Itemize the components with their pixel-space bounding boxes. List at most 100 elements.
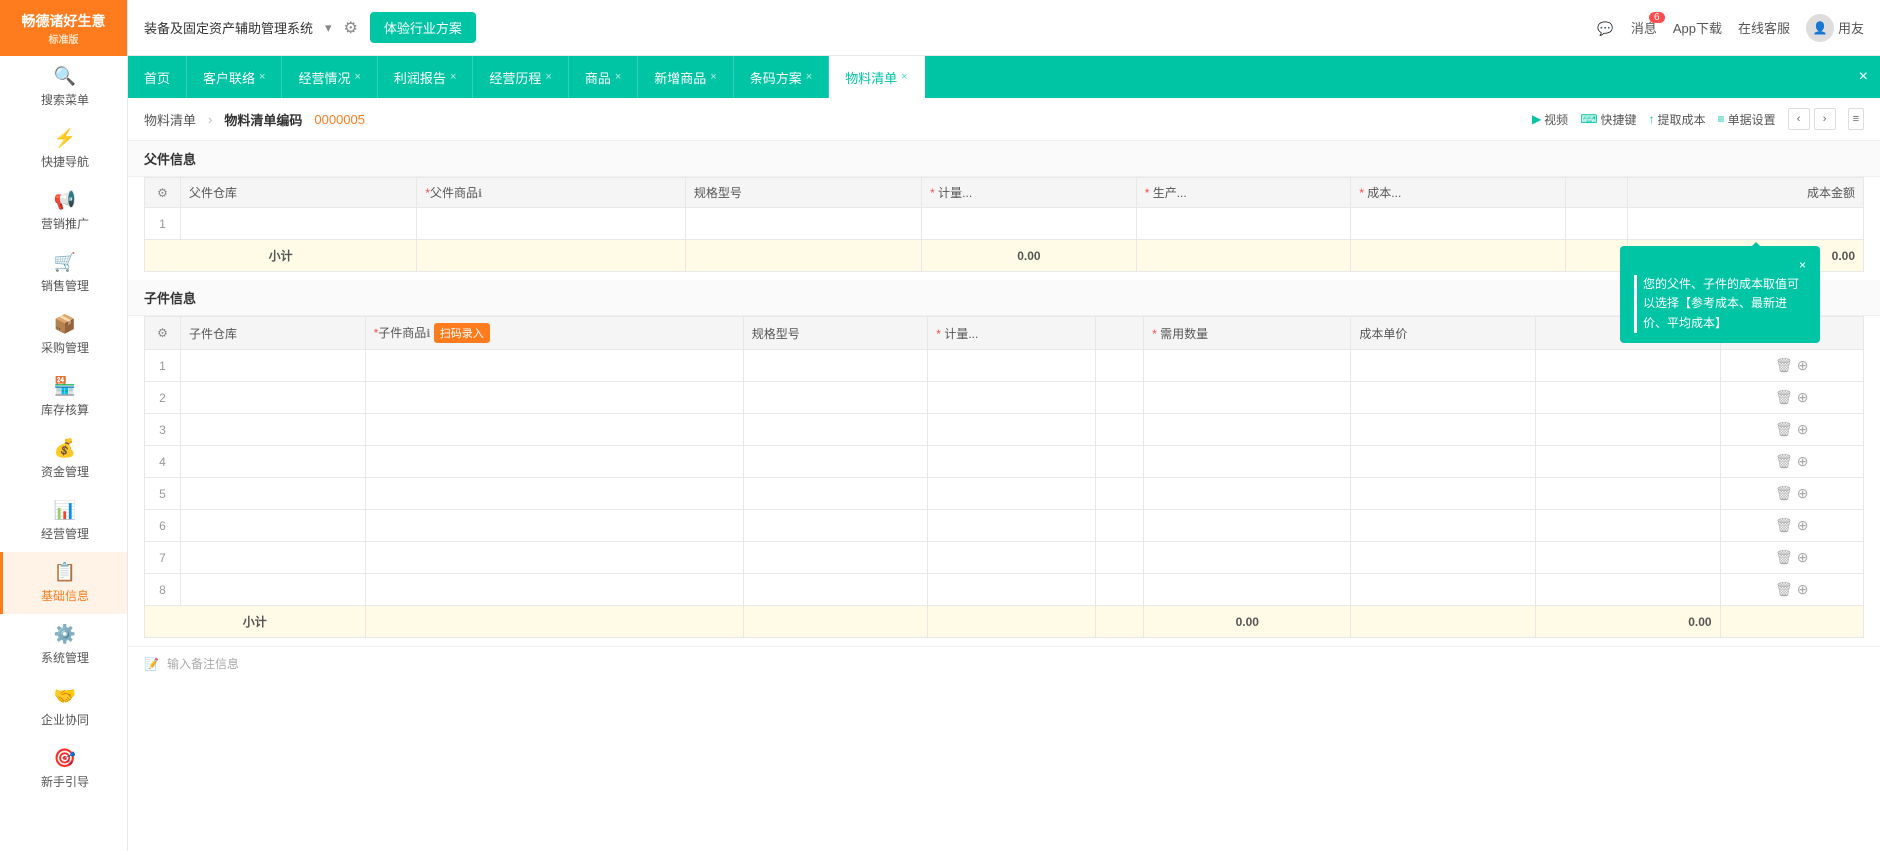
delete-icon-8[interactable]: 🗑 — [1775, 581, 1793, 598]
delete-icon-7[interactable]: 🗑 — [1775, 549, 1793, 566]
delete-icon-5[interactable]: 🗑 — [1775, 485, 1793, 502]
parent-row-1-spec[interactable] — [685, 208, 921, 240]
child-row-2-unit[interactable] — [928, 382, 1096, 414]
child-row-8-extra[interactable] — [1095, 574, 1143, 606]
extract-cost-action[interactable]: ↑ 提取成本 — [1649, 111, 1706, 128]
child-row-7-cost-amount[interactable] — [1535, 542, 1720, 574]
tab-history-close[interactable]: × — [545, 71, 551, 83]
child-row-4-product[interactable] — [365, 446, 743, 478]
delete-icon-1[interactable]: 🗑 — [1775, 357, 1793, 374]
child-row-5-extra[interactable] — [1095, 478, 1143, 510]
delete-icon-6[interactable]: 🗑 — [1775, 517, 1793, 534]
experience-btn[interactable]: 体验行业方案 — [370, 12, 476, 43]
prev-btn[interactable]: ‹ — [1788, 108, 1810, 130]
child-row-3-warehouse[interactable] — [181, 414, 366, 446]
copy-icon-5[interactable]: ⊕ — [1797, 485, 1809, 502]
child-row-5-warehouse[interactable] — [181, 478, 366, 510]
copy-icon-7[interactable]: ⊕ — [1797, 549, 1809, 566]
child-col-settings[interactable]: ⚙ — [145, 317, 181, 350]
child-row-4-cost-amount[interactable] — [1535, 446, 1720, 478]
child-row-2-spec[interactable] — [743, 382, 928, 414]
child-row-3-product[interactable] — [365, 414, 743, 446]
delete-icon-2[interactable]: 🗑 — [1775, 389, 1793, 406]
child-row-1-unit[interactable] — [928, 350, 1096, 382]
child-row-7-warehouse[interactable] — [181, 542, 366, 574]
child-row-8-unit-price[interactable] — [1351, 574, 1536, 606]
tab-barcode[interactable]: 条码方案 × — [734, 56, 829, 98]
app-download-link[interactable]: App下载 — [1673, 18, 1722, 37]
child-row-2-product[interactable] — [365, 382, 743, 414]
child-row-5-cost-amount[interactable] — [1535, 478, 1720, 510]
tab-barcode-close[interactable]: × — [806, 71, 812, 83]
copy-icon-6[interactable]: ⊕ — [1797, 517, 1809, 534]
child-row-6-warehouse[interactable] — [181, 510, 366, 542]
tab-profit-close[interactable]: × — [450, 71, 456, 83]
tab-new-products-close[interactable]: × — [710, 71, 716, 83]
copy-icon-8[interactable]: ⊕ — [1797, 581, 1809, 598]
delete-icon-4[interactable]: 🗑 — [1775, 453, 1793, 470]
sidebar-item-finance[interactable]: 💰 资金管理 — [0, 428, 127, 490]
child-row-4-unit-price[interactable] — [1351, 446, 1536, 478]
list-view-btn[interactable]: ≡ — [1848, 108, 1864, 130]
child-row-7-unit-price[interactable] — [1351, 542, 1536, 574]
child-row-1-extra[interactable] — [1095, 350, 1143, 382]
tab-operations-close[interactable]: × — [354, 71, 360, 83]
tab-products-close[interactable]: × — [615, 71, 621, 83]
child-row-3-quantity[interactable] — [1144, 414, 1351, 446]
child-row-8-unit[interactable] — [928, 574, 1096, 606]
child-row-6-spec[interactable] — [743, 510, 928, 542]
parent-row-1-production[interactable] — [1136, 208, 1351, 240]
tab-customers[interactable]: 客户联络 × — [187, 56, 282, 98]
child-row-3-unit[interactable] — [928, 414, 1096, 446]
child-row-5-product[interactable] — [365, 478, 743, 510]
child-row-5-unit[interactable] — [928, 478, 1096, 510]
tooltip-close[interactable]: × — [1799, 256, 1806, 275]
child-row-4-warehouse[interactable] — [181, 446, 366, 478]
sidebar-item-sales[interactable]: 🛒 销售管理 — [0, 242, 127, 304]
parent-row-1-product[interactable] — [417, 208, 686, 240]
child-row-7-extra[interactable] — [1095, 542, 1143, 574]
child-row-1-cost-amount[interactable] — [1535, 350, 1720, 382]
view-action[interactable]: ▶ 视频 — [1532, 111, 1568, 128]
child-row-6-product[interactable] — [365, 510, 743, 542]
child-row-6-cost-amount[interactable] — [1535, 510, 1720, 542]
sidebar-item-quick-nav[interactable]: ⚡ 快捷导航 — [0, 118, 127, 180]
copy-icon-4[interactable]: ⊕ — [1797, 453, 1809, 470]
sidebar-item-search[interactable]: 🔍 搜索菜单 — [0, 56, 127, 118]
child-row-5-unit-price[interactable] — [1351, 478, 1536, 510]
child-row-8-product[interactable] — [365, 574, 743, 606]
copy-icon-2[interactable]: ⊕ — [1797, 389, 1809, 406]
child-row-6-unit-price[interactable] — [1351, 510, 1536, 542]
sidebar-item-inventory[interactable]: 🏪 库存核算 — [0, 366, 127, 428]
shortcut-action[interactable]: ⌨ 快捷键 — [1580, 111, 1636, 128]
child-row-2-unit-price[interactable] — [1351, 382, 1536, 414]
child-row-2-quantity[interactable] — [1144, 382, 1351, 414]
child-row-3-extra[interactable] — [1095, 414, 1143, 446]
tab-bom-close[interactable]: × — [901, 71, 907, 83]
delete-icon-3[interactable]: 🗑 — [1775, 421, 1793, 438]
tab-products[interactable]: 商品 × — [569, 56, 638, 98]
tab-new-products[interactable]: 新增商品 × — [638, 56, 733, 98]
parent-col-settings[interactable]: ⚙ — [145, 178, 181, 208]
child-row-7-spec[interactable] — [743, 542, 928, 574]
breadcrumb-parent[interactable]: 物料清单 — [144, 110, 196, 129]
child-row-8-cost-amount[interactable] — [1535, 574, 1720, 606]
child-row-2-cost-amount[interactable] — [1535, 382, 1720, 414]
child-row-3-spec[interactable] — [743, 414, 928, 446]
copy-icon-3[interactable]: ⊕ — [1797, 421, 1809, 438]
user-menu[interactable]: 👤 用友 — [1806, 14, 1864, 42]
child-row-4-quantity[interactable] — [1144, 446, 1351, 478]
tab-profit[interactable]: 利润报告 × — [378, 56, 473, 98]
online-service-link[interactable]: 在线客服 — [1738, 18, 1790, 37]
child-row-7-unit[interactable] — [928, 542, 1096, 574]
child-row-6-unit[interactable] — [928, 510, 1096, 542]
parent-row-1-extra[interactable] — [1565, 208, 1627, 240]
next-btn[interactable]: › — [1814, 108, 1836, 130]
child-row-1-unit-price[interactable] — [1351, 350, 1536, 382]
settings-icon[interactable]: ⚙ — [344, 18, 358, 38]
single-settings-action[interactable]: ≡ 单据设置 — [1718, 111, 1776, 128]
message-badge[interactable]: 💬 6 消息 — [1597, 18, 1657, 37]
child-row-6-quantity[interactable] — [1144, 510, 1351, 542]
child-row-2-extra[interactable] — [1095, 382, 1143, 414]
tab-customers-close[interactable]: × — [259, 71, 265, 83]
